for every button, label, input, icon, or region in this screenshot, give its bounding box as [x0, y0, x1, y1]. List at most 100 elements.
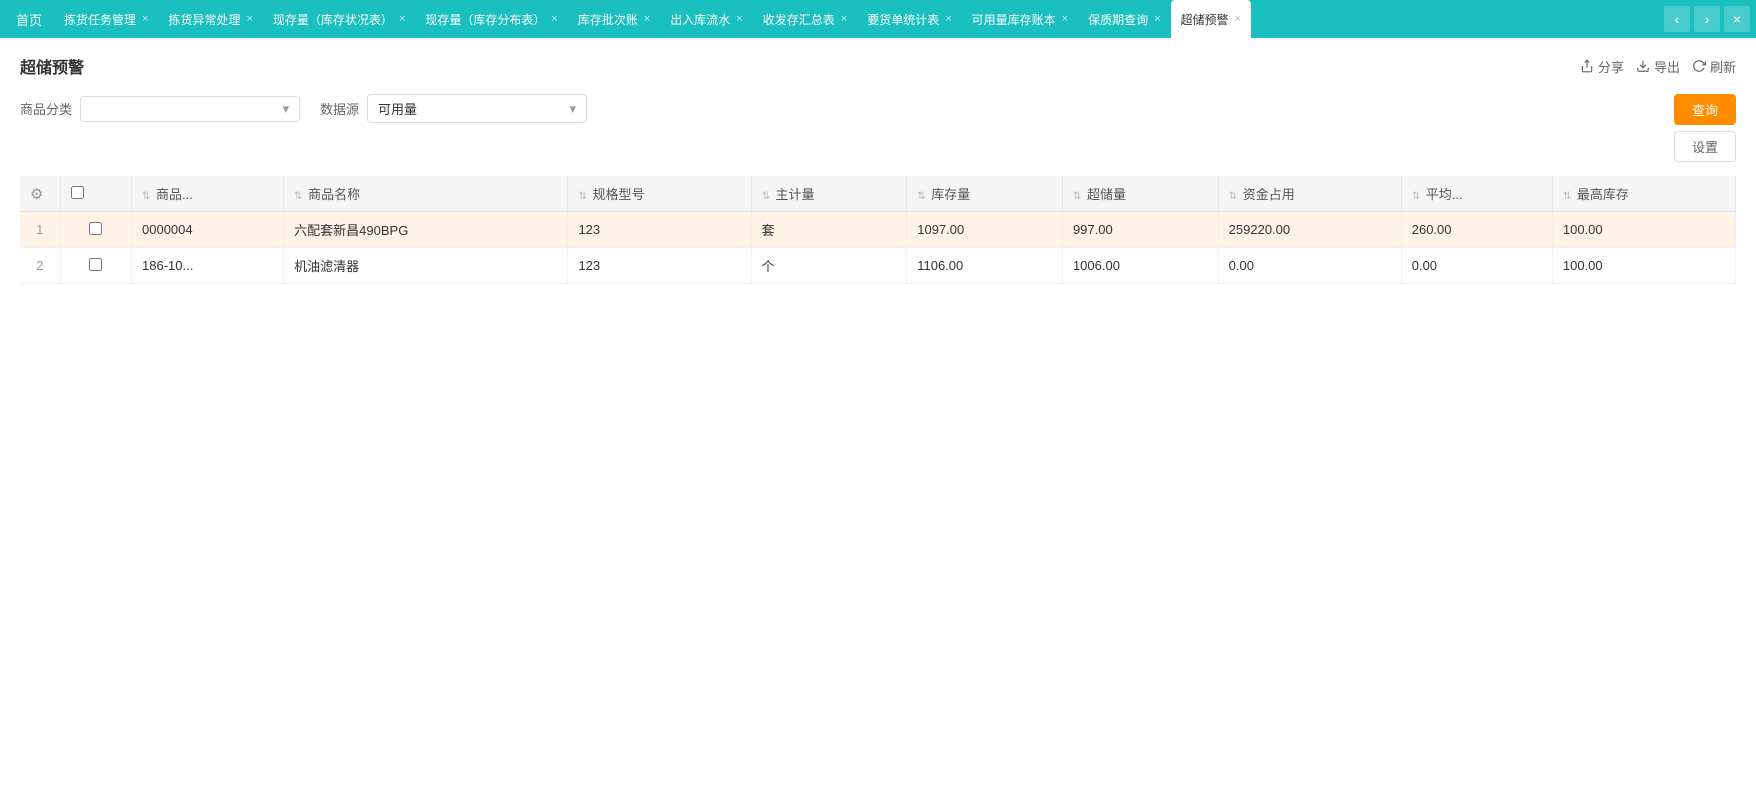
query-button[interactable]: 查询: [1674, 94, 1736, 125]
close-tab-10[interactable]: ×: [1235, 13, 1241, 25]
category-filter: 商品分类 ▾: [20, 96, 300, 122]
row-1-checkbox[interactable]: [89, 222, 102, 235]
nav-tab-churukuliushui[interactable]: 出入库流水 ×: [660, 0, 752, 38]
nav-close-button[interactable]: ×: [1724, 6, 1750, 32]
nav-arrows: ‹ › ×: [1662, 6, 1752, 32]
row-product-code-1: 0000004: [132, 212, 284, 248]
table-row: 1 0000004 六配套新昌490BPG 123 套 1097.00 997.…: [20, 212, 1736, 248]
filter-area: 商品分类 ▾ 数据源 可用量 ▾ 查询 设置: [20, 94, 1736, 162]
row-spec-1: 123: [568, 212, 751, 248]
col-unit: ⇅ 主计量: [751, 176, 907, 212]
nav-tab-yaohuo[interactable]: 要货单统计表 ×: [857, 0, 961, 38]
datasource-filter: 数据源 可用量 ▾: [320, 94, 587, 123]
close-tab-9[interactable]: ×: [1154, 13, 1160, 25]
col-product-name: ⇅ 商品名称: [284, 176, 568, 212]
nav-tab-chaochuyujing[interactable]: 超储预警 ×: [1171, 0, 1251, 38]
col-product-code: ⇅ 商品...: [132, 176, 284, 212]
close-tab-3[interactable]: ×: [551, 13, 557, 25]
nav-tab-baozhiqi[interactable]: 保质期查询 ×: [1078, 0, 1170, 38]
row-avg-2: 0.00: [1401, 248, 1552, 284]
row-max-stock-1: 100.00: [1552, 212, 1735, 248]
sort-product-name-icon[interactable]: ⇅: [294, 191, 302, 202]
page-title: 超储预警: [20, 54, 84, 78]
table-header: ⚙ ⇅ 商品... ⇅ 商品名称 ⇅ 规格型号 ⇅: [20, 176, 1736, 212]
row-overstock-2: 1006.00: [1062, 248, 1218, 284]
sort-capital-icon[interactable]: ⇅: [1229, 191, 1237, 202]
table-body: 1 0000004 六配套新昌490BPG 123 套 1097.00 997.…: [20, 212, 1736, 284]
nav-tab-keyongliang[interactable]: 可用量库存账本 ×: [962, 0, 1078, 38]
sort-product-code-icon[interactable]: ⇅: [142, 191, 150, 202]
close-tab-7[interactable]: ×: [945, 13, 951, 25]
sort-overstock-icon[interactable]: ⇅: [1073, 191, 1081, 202]
close-tab-4[interactable]: ×: [644, 13, 650, 25]
sort-spec-icon[interactable]: ⇅: [578, 191, 586, 202]
page-header: 超储预警 分享 导出 刷新: [20, 54, 1736, 78]
page-content: 超储预警 分享 导出 刷新 商品分类 ▾: [0, 38, 1756, 800]
category-select[interactable]: ▾: [80, 96, 300, 122]
datasource-select-value: 可用量: [378, 99, 417, 118]
col-select-all: [60, 176, 132, 212]
close-tab-6[interactable]: ×: [841, 13, 847, 25]
filter-controls: 商品分类 ▾ 数据源 可用量 ▾: [20, 94, 1662, 123]
sort-max-stock-icon[interactable]: ⇅: [1563, 191, 1571, 202]
top-navigation: 首页 拣货任务管理 × 拣货异常处理 × 现存量（库存状况表） × 现存量（库存…: [0, 0, 1756, 38]
row-product-name-1: 六配套新昌490BPG: [284, 212, 568, 248]
header-actions: 分享 导出 刷新: [1580, 57, 1736, 76]
share-link[interactable]: 分享: [1580, 57, 1624, 76]
row-avg-1: 260.00: [1401, 212, 1552, 248]
share-icon: [1580, 59, 1594, 73]
datasource-select[interactable]: 可用量 ▾: [367, 94, 587, 123]
filter-buttons: 查询 设置: [1674, 94, 1736, 162]
refresh-link[interactable]: 刷新: [1692, 57, 1736, 76]
nav-tab-jianhuoyichang[interactable]: 拣货异常处理 ×: [158, 0, 262, 38]
data-table: ⚙ ⇅ 商品... ⇅ 商品名称 ⇅ 规格型号 ⇅: [20, 176, 1736, 284]
refresh-icon: [1692, 59, 1706, 73]
nav-tab-shofazhong[interactable]: 收发存汇总表 ×: [753, 0, 857, 38]
select-all-checkbox[interactable]: [71, 186, 84, 199]
col-avg: ⇅ 平均...: [1401, 176, 1552, 212]
sort-avg-icon[interactable]: ⇅: [1412, 191, 1420, 202]
row-unit-2: 个: [751, 248, 907, 284]
col-stock: ⇅ 库存量: [907, 176, 1063, 212]
row-capital-2: 0.00: [1218, 248, 1401, 284]
close-tab-5[interactable]: ×: [736, 13, 742, 25]
close-tab-1[interactable]: ×: [246, 13, 252, 25]
category-chevron-icon: ▾: [282, 101, 289, 117]
settings-button[interactable]: 设置: [1674, 131, 1736, 162]
nav-tab-xiancunliang1[interactable]: 现存量（库存状况表） ×: [263, 0, 415, 38]
row-seq-2: 2: [20, 248, 60, 284]
table-row: 2 186-10... 机油滤清器 123 个 1106.00 1006.00 …: [20, 248, 1736, 284]
row-max-stock-2: 100.00: [1552, 248, 1735, 284]
close-tab-8[interactable]: ×: [1062, 13, 1068, 25]
export-link[interactable]: 导出: [1636, 57, 1680, 76]
row-stock-2: 1106.00: [907, 248, 1063, 284]
col-overstock: ⇅ 超储量: [1062, 176, 1218, 212]
row-2-checkbox[interactable]: [89, 258, 102, 271]
row-capital-1: 259220.00: [1218, 212, 1401, 248]
col-spec: ⇅ 规格型号: [568, 176, 751, 212]
home-tab[interactable]: 首页: [4, 10, 54, 29]
row-unit-1: 套: [751, 212, 907, 248]
row-seq-1: 1: [20, 212, 60, 248]
col-capital: ⇅ 资金占用: [1218, 176, 1401, 212]
nav-tab-jianhuorenwu[interactable]: 拣货任务管理 ×: [54, 0, 158, 38]
row-product-name-2: 机油滤清器: [284, 248, 568, 284]
gear-icon[interactable]: ⚙: [30, 186, 43, 203]
row-checkbox-2: [60, 248, 132, 284]
sort-unit-icon[interactable]: ⇅: [762, 191, 770, 202]
nav-prev-button[interactable]: ‹: [1664, 6, 1690, 32]
col-gear: ⚙: [20, 176, 60, 212]
row-product-code-2: 186-10...: [132, 248, 284, 284]
close-tab-2[interactable]: ×: [399, 13, 405, 25]
nav-tab-xiancunliang2[interactable]: 现存量（库存分布表） ×: [415, 0, 567, 38]
datasource-chevron-icon: ▾: [570, 101, 577, 117]
sort-stock-icon[interactable]: ⇅: [917, 191, 925, 202]
row-stock-1: 1097.00: [907, 212, 1063, 248]
nav-next-button[interactable]: ›: [1694, 6, 1720, 32]
close-tab-0[interactable]: ×: [142, 13, 148, 25]
nav-tab-kucunpizhang[interactable]: 库存批次账 ×: [568, 0, 660, 38]
export-icon: [1636, 59, 1650, 73]
category-label: 商品分类: [20, 99, 72, 118]
row-spec-2: 123: [568, 248, 751, 284]
datasource-label: 数据源: [320, 99, 359, 118]
